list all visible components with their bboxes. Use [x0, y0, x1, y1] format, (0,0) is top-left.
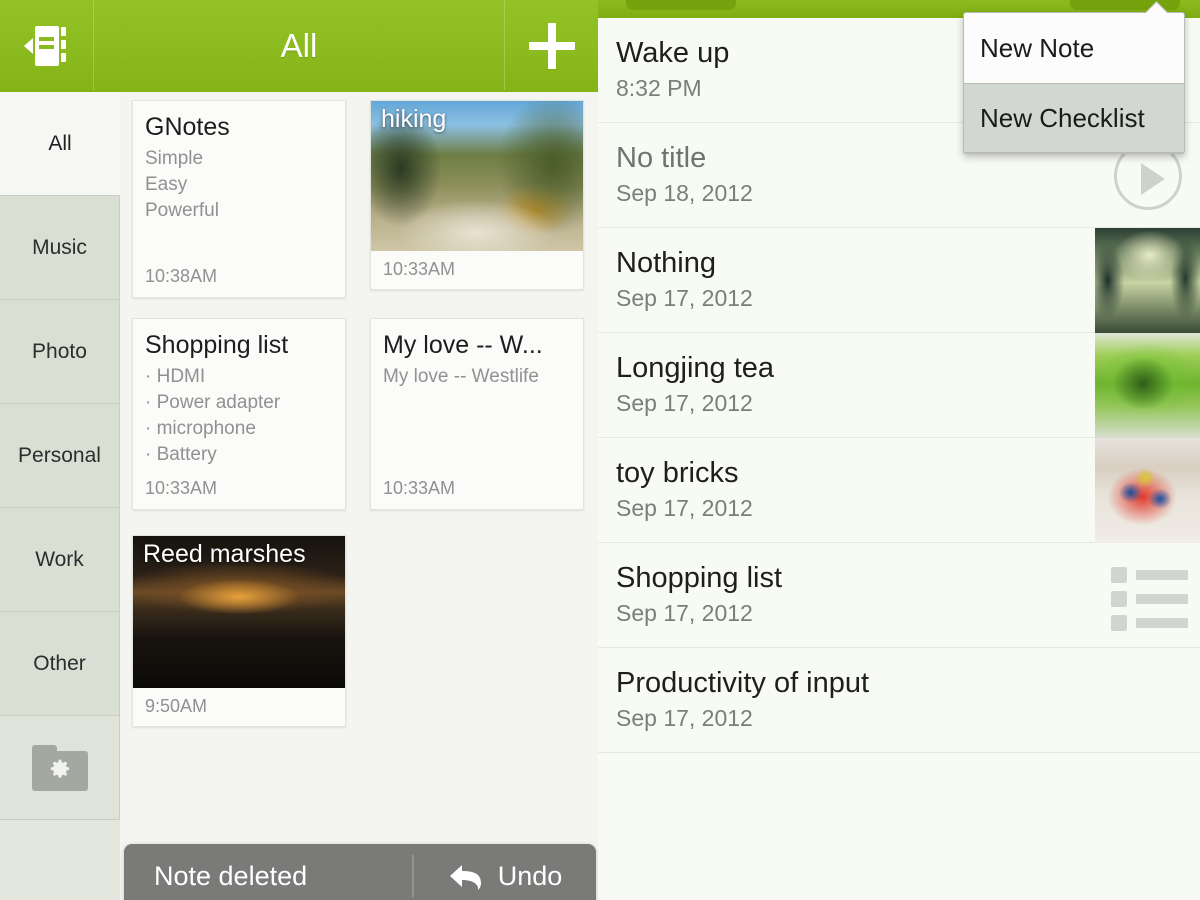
- note-card-line: · Power adapter: [145, 392, 281, 413]
- note-card-body: Simple Easy Powerful: [133, 146, 345, 224]
- note-card-time: 10:38AM: [145, 266, 218, 286]
- menu-item-new-checklist[interactable]: New Checklist: [964, 83, 1184, 153]
- action-bar-button-left[interactable]: [626, 0, 736, 10]
- left-pane: All All Music Photo Personal Work Other …: [0, 0, 598, 900]
- undo-button[interactable]: Undo: [414, 861, 596, 892]
- note-list-item[interactable]: Nothing Sep 17, 2012: [598, 228, 1200, 333]
- note-card-title: My love -- W...: [383, 331, 543, 359]
- note-card-line: · HDMI: [145, 366, 206, 387]
- notebook-menu-button[interactable]: [0, 0, 93, 92]
- note-thumbnail: [1095, 228, 1200, 333]
- note-thumbnail: [1095, 438, 1200, 543]
- sidebar-item-personal[interactable]: Personal: [0, 404, 120, 508]
- note-card[interactable]: hiking 10:33AM: [370, 100, 584, 290]
- note-card-title: hiking: [381, 105, 447, 133]
- note-card-title: Reed marshes: [143, 540, 306, 568]
- note-card-title: Shopping list: [145, 331, 289, 359]
- note-list-item[interactable]: Productivity of input Sep 17, 2012: [598, 648, 1200, 753]
- note-card-grid: GNotes Simple Easy Powerful 10:38AM hiki…: [120, 92, 598, 900]
- folder-gear-icon: [31, 744, 88, 791]
- menu-item-label: New Note: [980, 32, 1095, 63]
- note-card[interactable]: My love -- W... My love -- Westlife 10:3…: [370, 318, 584, 510]
- note-card-line: · microphone: [145, 418, 256, 439]
- note-thumbnail: [1095, 333, 1200, 438]
- sidebar-item-label: Personal: [18, 443, 101, 467]
- toast-message: Note deleted: [154, 860, 308, 891]
- note-card-body: · HDMI · Power adapter · microphone · Ba…: [133, 364, 345, 468]
- note-list-item[interactable]: Shopping list Sep 17, 2012: [598, 543, 1200, 648]
- reed-marshes-photo: Reed marshes: [133, 536, 345, 688]
- checklist-icon-row: [1111, 591, 1188, 607]
- sidebar-item-label: Music: [32, 235, 87, 259]
- undo-button-label: Undo: [497, 860, 563, 891]
- note-card[interactable]: GNotes Simple Easy Powerful 10:38AM: [132, 100, 346, 298]
- note-card-title: GNotes: [145, 113, 230, 141]
- toolbar-divider-right: [504, 0, 505, 90]
- sidebar-item-photo[interactable]: Photo: [0, 300, 120, 404]
- note-card[interactable]: Shopping list · HDMI · Power adapter · m…: [132, 318, 346, 510]
- note-date: Sep 17, 2012: [616, 705, 753, 731]
- category-sidebar: All Music Photo Personal Work Other: [0, 92, 120, 900]
- sidebar-item-work[interactable]: Work: [0, 508, 120, 612]
- undo-arrow-icon: [448, 861, 486, 891]
- new-note-popup-menu: New Note New Checklist: [963, 12, 1185, 154]
- note-card-time: 9:50AM: [145, 696, 208, 716]
- top-action-bar: All: [0, 0, 598, 92]
- checklist-icon-row: [1111, 615, 1188, 631]
- toast-note-deleted: Note deleted Undo: [124, 844, 596, 900]
- sidebar-item-label: Work: [35, 547, 84, 571]
- sidebar-item-other[interactable]: Other: [0, 612, 120, 716]
- note-card-time: 10:33AM: [383, 259, 456, 279]
- note-card-line: · Battery: [145, 444, 217, 465]
- sidebar-item-all[interactable]: All: [0, 92, 120, 196]
- sidebar-item-music[interactable]: Music: [0, 196, 120, 300]
- sidebar-item-label: Other: [33, 651, 86, 675]
- toolbar-divider-left: [93, 0, 94, 90]
- note-card-line: My love -- Westlife: [383, 366, 539, 387]
- sidebar-item-label: Photo: [32, 339, 87, 363]
- popup-arrow-icon: [1146, 1, 1168, 13]
- note-card-line: Simple: [145, 148, 204, 169]
- page-title: All: [280, 27, 318, 64]
- add-note-button[interactable]: [505, 0, 598, 92]
- notebook-icon: [23, 24, 70, 68]
- note-title: Productivity of input: [616, 667, 870, 699]
- note-card-time: 10:33AM: [383, 478, 456, 498]
- app-screen: All All Music Photo Personal Work Other …: [0, 0, 1200, 900]
- note-card[interactable]: Reed marshes 9:50AM: [132, 535, 346, 727]
- note-list-empty-area: [598, 753, 1200, 900]
- note-card-body: My love -- Westlife: [371, 364, 583, 390]
- note-list-item[interactable]: Longjing tea Sep 17, 2012: [598, 333, 1200, 438]
- menu-item-new-note[interactable]: New Note: [964, 13, 1184, 83]
- note-card-time: 10:33AM: [145, 478, 218, 498]
- note-card-line: Powerful: [145, 200, 219, 221]
- left-body: All Music Photo Personal Work Other GNot…: [0, 92, 598, 900]
- hiking-photo: hiking: [371, 101, 583, 251]
- checklist-icon-row: [1111, 567, 1188, 583]
- note-thumbnail: [1095, 543, 1200, 648]
- note-list-item[interactable]: toy bricks Sep 17, 2012: [598, 438, 1200, 543]
- menu-item-label: New Checklist: [980, 102, 1145, 133]
- sidebar-settings-button[interactable]: [0, 716, 120, 820]
- plus-icon: [528, 23, 575, 69]
- note-card-line: Easy: [145, 174, 188, 195]
- sidebar-item-label: All: [48, 131, 72, 155]
